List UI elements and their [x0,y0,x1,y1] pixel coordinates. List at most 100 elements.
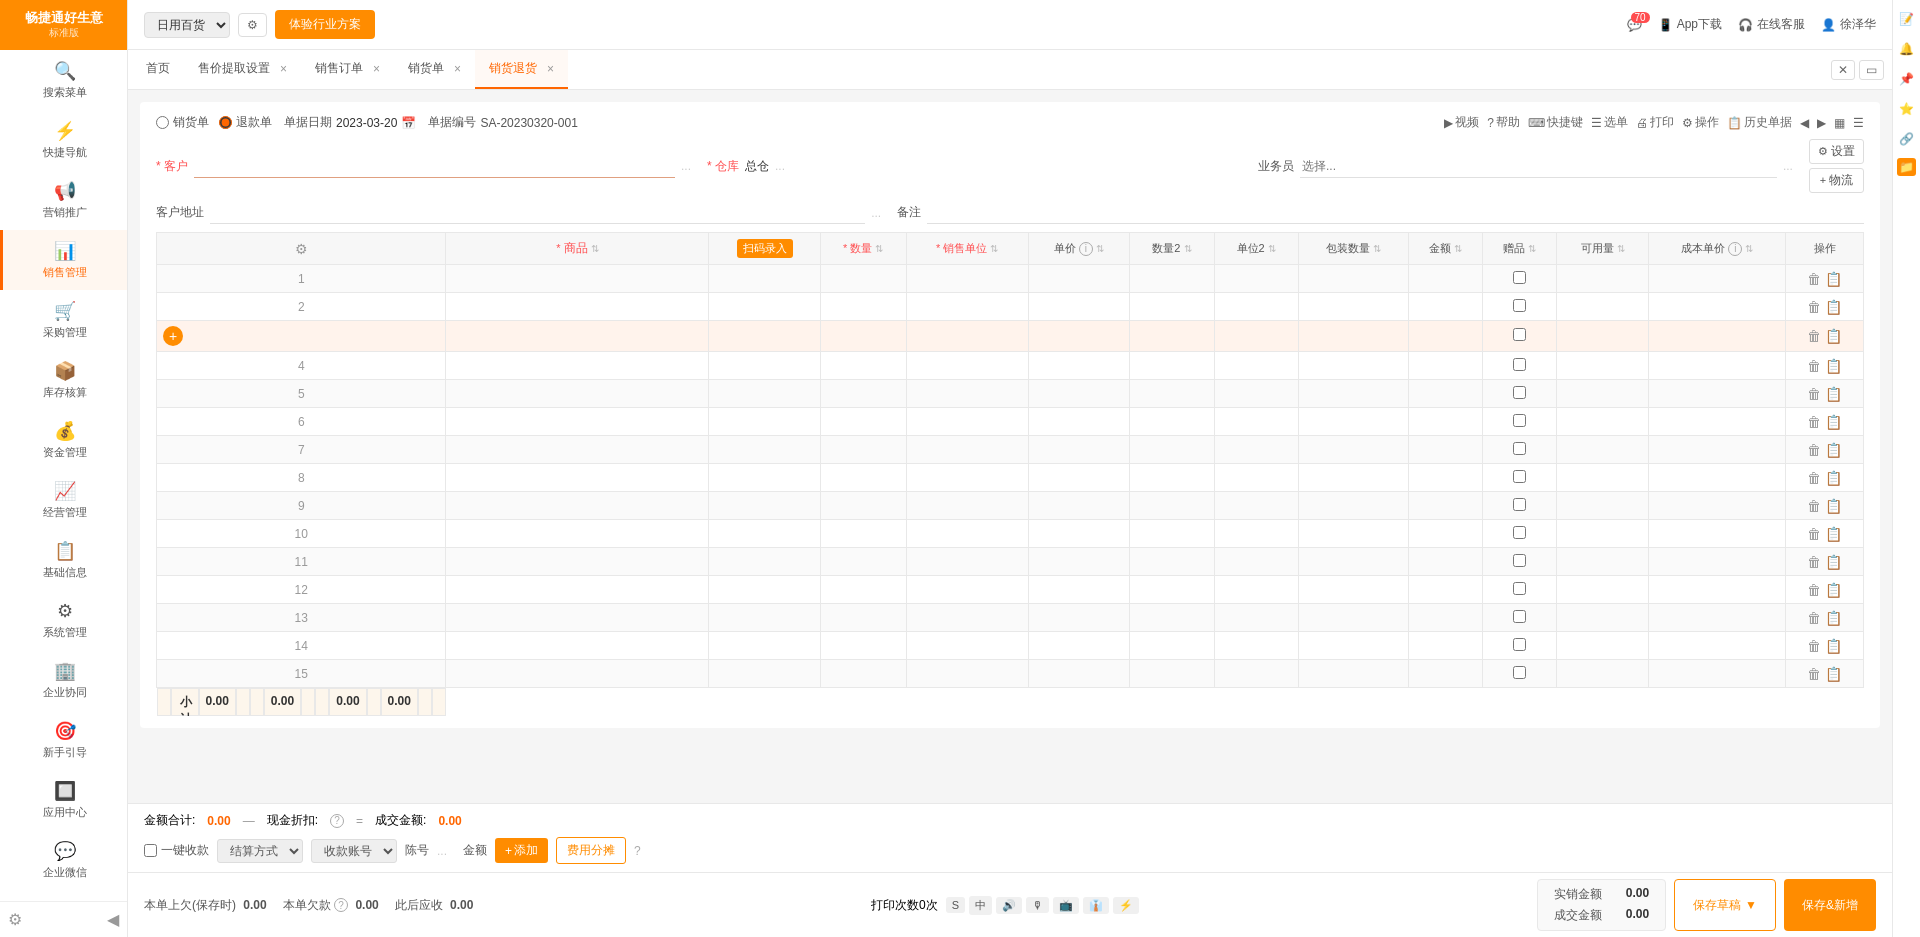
layout2-btn[interactable]: ☰ [1853,116,1864,130]
cell-cost-10[interactable] [1649,520,1786,548]
cell-pack-2[interactable] [1298,293,1408,321]
cell-qty2-5[interactable] [1130,380,1214,408]
cell-amount-11[interactable] [1408,548,1482,576]
staff-input[interactable] [1300,155,1777,178]
online-service-btn[interactable]: 🎧 在线客服 [1738,16,1805,33]
cell-unit-4[interactable] [906,352,1028,380]
delete-btn-13[interactable]: 🗑 [1807,610,1821,626]
cell-qty-5[interactable] [820,380,906,408]
add-row-btn[interactable]: + [163,326,183,346]
cell-product-12[interactable] [446,576,709,604]
cell-pack-12[interactable] [1298,576,1408,604]
cell-avail-7[interactable] [1557,436,1649,464]
cell-price-15[interactable] [1028,660,1130,688]
delete-btn-14[interactable]: 🗑 [1807,638,1821,654]
message-icon-wrap[interactable]: 💬 70 [1627,18,1642,32]
cell-gift-11[interactable] [1482,548,1556,576]
product-input-14[interactable] [452,639,702,653]
tab-sale-order[interactable]: 销售订单× [301,50,394,89]
cell-pack-1[interactable] [1298,265,1408,293]
cell-pack-4[interactable] [1298,352,1408,380]
settings-side-btn[interactable]: ⚙ 设置 [1809,139,1864,164]
address-input[interactable] [210,201,865,224]
help-icon[interactable]: ? [634,844,641,858]
gift-checkbox-15[interactable] [1513,666,1526,679]
cell-amount-15[interactable] [1408,660,1482,688]
product-input-3[interactable] [452,329,702,343]
cell-price-13[interactable] [1028,604,1130,632]
next-btn[interactable]: ▶ [1817,116,1826,130]
cell-gift-1[interactable] [1482,265,1556,293]
copy-btn-3[interactable]: 📋 [1825,328,1842,344]
gift-checkbox-14[interactable] [1513,638,1526,651]
cell-product-11[interactable] [446,548,709,576]
gift-checkbox-13[interactable] [1513,610,1526,623]
cell-gift-6[interactable] [1482,408,1556,436]
cell-avail-5[interactable] [1557,380,1649,408]
delete-btn-7[interactable]: 🗑 [1807,442,1821,458]
cell-gift-13[interactable] [1482,604,1556,632]
tab-sale-return[interactable]: 销货退货× [475,50,568,89]
cell-product-10[interactable] [446,520,709,548]
cell-unit-15[interactable] [906,660,1028,688]
cell-pack-5[interactable] [1298,380,1408,408]
cell-price-10[interactable] [1028,520,1130,548]
cell-product-4[interactable] [446,352,709,380]
product-input-8[interactable] [452,471,702,485]
cell-pack-10[interactable] [1298,520,1408,548]
price-info-icon[interactable]: i [1079,242,1093,256]
logistics-side-btn[interactable]: + 物流 [1809,168,1864,193]
settings-icon[interactable]: ⚙ [8,910,22,929]
cell-avail-9[interactable] [1557,492,1649,520]
due-count-info[interactable]: ? [334,898,348,912]
product-input-15[interactable] [452,667,702,681]
cell-qty-10[interactable] [820,520,906,548]
cell-amount-13[interactable] [1408,604,1482,632]
cell-unit2-13[interactable] [1214,604,1298,632]
gift-checkbox-4[interactable] [1513,358,1526,371]
cell-avail-4[interactable] [1557,352,1649,380]
sidebar-item-operation[interactable]: 📈经营管理 [0,470,127,530]
industry-dropdown[interactable]: 日用百货 [144,12,230,38]
copy-btn-10[interactable]: 📋 [1825,526,1842,542]
cell-qty2-6[interactable] [1130,408,1214,436]
history-btn[interactable]: 📋 历史单据 [1727,114,1792,131]
copy-btn-15[interactable]: 📋 [1825,666,1842,682]
cell-qty2-8[interactable] [1130,464,1214,492]
customer-more-btn[interactable]: ... [681,159,691,173]
address-more-btn[interactable]: ... [871,206,881,220]
product-input-12[interactable] [452,583,702,597]
remark-input[interactable] [927,201,1864,224]
cell-unit2-7[interactable] [1214,436,1298,464]
cell-product-8[interactable] [446,464,709,492]
copy-btn-14[interactable]: 📋 [1825,638,1842,654]
cell-gift-12[interactable] [1482,576,1556,604]
cell-product-1[interactable] [446,265,709,293]
cell-amount-1[interactable] [1408,265,1482,293]
cell-pack-11[interactable] [1298,548,1408,576]
tab-close-sale[interactable]: × [454,62,461,76]
cell-pack-6[interactable] [1298,408,1408,436]
cell-qty2-11[interactable] [1130,548,1214,576]
cell-cost-15[interactable] [1649,660,1786,688]
gift-checkbox-2[interactable] [1513,299,1526,312]
copy-btn-1[interactable]: 📋 [1825,271,1842,287]
cell-cost-6[interactable] [1649,408,1786,436]
cell-amount-4[interactable] [1408,352,1482,380]
cell-unit2-5[interactable] [1214,380,1298,408]
cell-cost-8[interactable] [1649,464,1786,492]
onepay-checkbox[interactable]: 一键收款 [144,842,209,859]
cell-amount-6[interactable] [1408,408,1482,436]
sidebar-item-wechat[interactable]: 💬企业微信 [0,830,127,890]
cell-qty2-10[interactable] [1130,520,1214,548]
cell-cost-11[interactable] [1649,548,1786,576]
cell-qty-2[interactable] [820,293,906,321]
cell-product-3[interactable] [446,321,709,352]
cell-qty-7[interactable] [820,436,906,464]
cell-gift-7[interactable] [1482,436,1556,464]
operate-btn[interactable]: ⚙ 操作 [1682,114,1719,131]
app-download-btn[interactable]: 📱 App下载 [1658,16,1722,33]
copy-btn-4[interactable]: 📋 [1825,358,1842,374]
cell-avail-14[interactable] [1557,632,1649,660]
cell-qty2-15[interactable] [1130,660,1214,688]
